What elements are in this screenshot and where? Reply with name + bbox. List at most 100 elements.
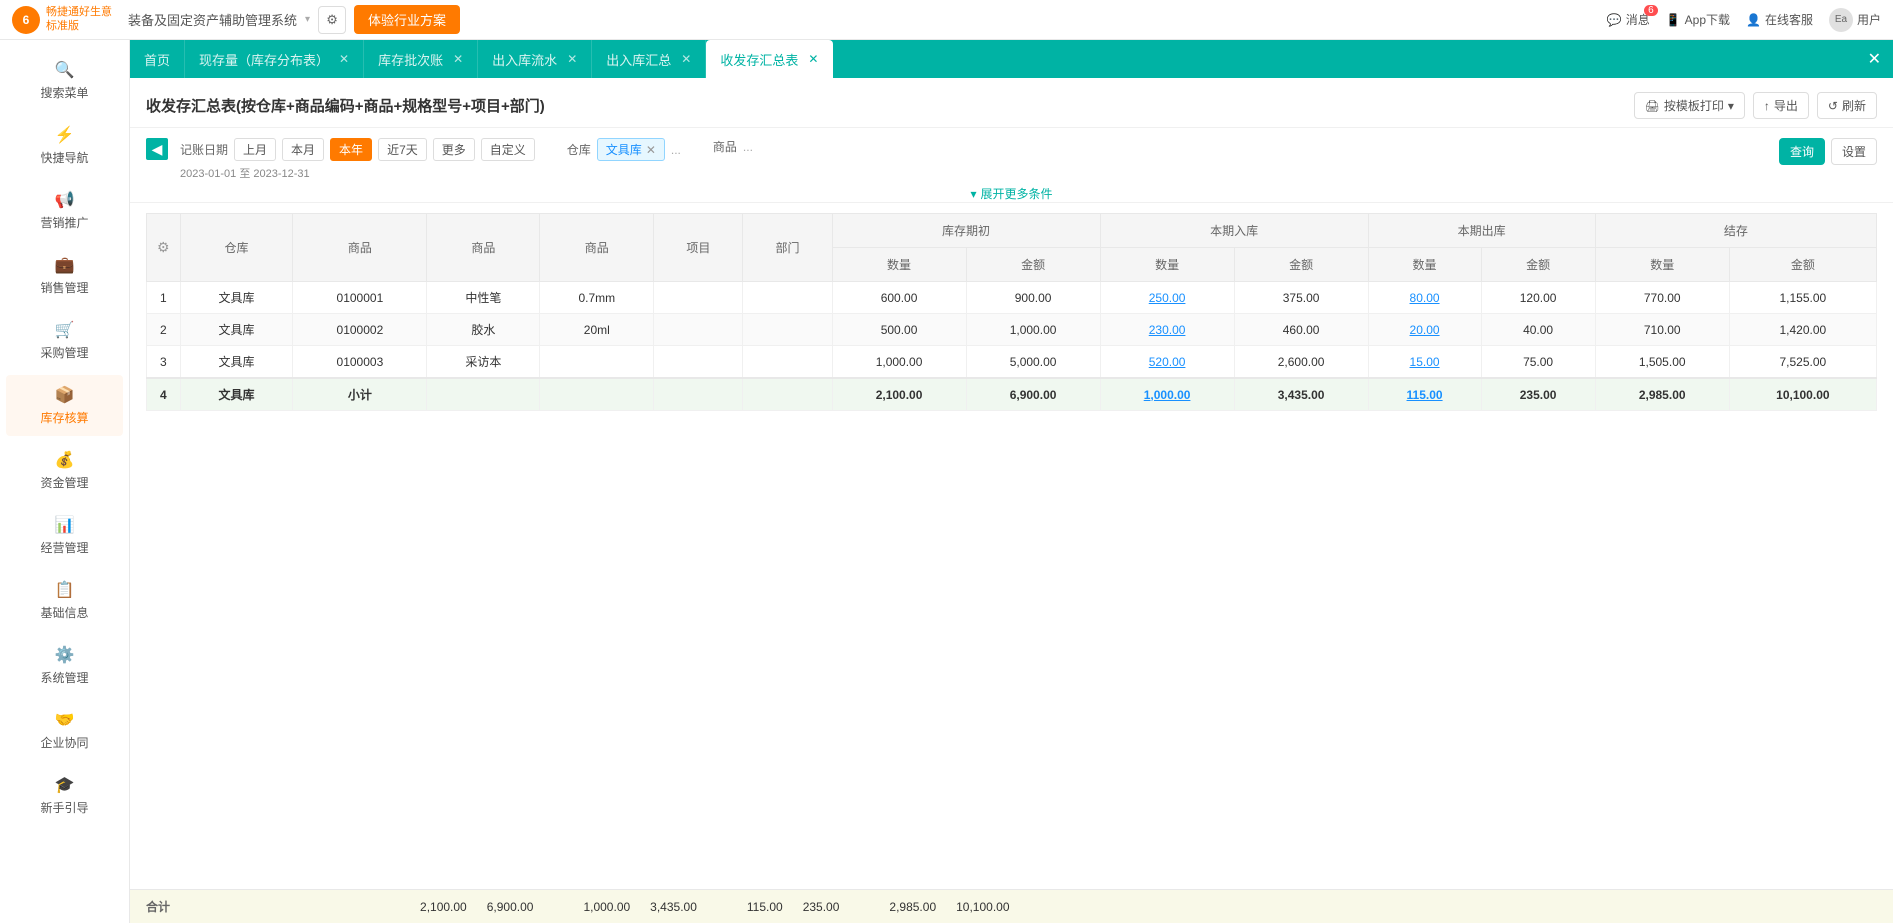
date-btn-this-year[interactable]: 本年 <box>330 138 372 161</box>
tab-receive-summary[interactable]: 收发存汇总表 ✕ <box>706 40 833 78</box>
row2-in-amt: 460.00 <box>1234 314 1368 346</box>
print-dropdown-icon: ▾ <box>1728 99 1734 113</box>
sales-icon: 💼 <box>55 255 75 275</box>
row3-in-qty[interactable]: 520.00 <box>1100 346 1234 379</box>
sidebar-item-inventory[interactable]: 📦 库存核算 <box>6 375 123 436</box>
export-button[interactable]: ↑ 导出 <box>1753 92 1809 119</box>
warehouse-tag-close[interactable]: ✕ <box>646 143 656 157</box>
warehouse-more-btn[interactable]: ... <box>671 143 681 157</box>
sidebar-item-sales[interactable]: 💼 销售管理 <box>6 245 123 306</box>
user-item[interactable]: Ea 用户 <box>1829 8 1881 32</box>
col-balance-qty-header: 数量 <box>1595 248 1729 282</box>
subtotal-no: 4 <box>147 378 181 411</box>
app-download-item[interactable]: 📱 App下载 <box>1666 11 1730 28</box>
tab-bar: 首页 现存量（库存分布表） ✕ 库存批次账 ✕ 出入库流水 ✕ 出入库汇总 ✕ … <box>130 40 1893 78</box>
tab-stock-dist-close[interactable]: ✕ <box>339 52 349 66</box>
row1-out-qty-link[interactable]: 80.00 <box>1410 291 1440 305</box>
tab-inout-summary[interactable]: 出入库汇总 ✕ <box>592 40 706 78</box>
filter-toggle-button[interactable]: ◀ <box>146 138 168 160</box>
settings-button[interactable]: ⚙ <box>318 6 346 34</box>
tab-inout-flow-close[interactable]: ✕ <box>567 52 577 66</box>
row3-in-amt: 2,600.00 <box>1234 346 1368 379</box>
date-btn-7days[interactable]: 近7天 <box>378 138 427 161</box>
tab-stock-dist[interactable]: 现存量（库存分布表） ✕ <box>185 40 364 78</box>
sidebar-item-system[interactable]: ⚙️ 系统管理 <box>6 635 123 696</box>
tab-batch[interactable]: 库存批次账 ✕ <box>364 40 478 78</box>
collab-icon: 🤝 <box>55 710 75 730</box>
sidebar-item-operations[interactable]: 📊 经营管理 <box>6 505 123 566</box>
sidebar-item-search[interactable]: 🔍 搜索菜单 <box>6 50 123 111</box>
subtotal-out-qty-link[interactable]: 115.00 <box>1407 388 1443 402</box>
row1-in-qty[interactable]: 250.00 <box>1100 282 1234 314</box>
tab-batch-close[interactable]: ✕ <box>453 52 463 66</box>
row1-project <box>654 282 743 314</box>
query-button[interactable]: 查询 <box>1779 138 1825 165</box>
print-button[interactable]: 🖨 按模板打印 ▾ <box>1634 92 1745 119</box>
subtotal-in-qty[interactable]: 1,000.00 <box>1100 378 1234 411</box>
main-layout: 🔍 搜索菜单 ⚡ 快捷导航 📢 营销推广 💼 销售管理 🛒 采购管理 📦 库存核… <box>0 40 1893 923</box>
sidebar-label-search: 搜索菜单 <box>40 84 88 101</box>
row2-out-qty-link[interactable]: 20.00 <box>1410 323 1440 337</box>
row3-out-qty-link[interactable]: 15.00 <box>1410 355 1440 369</box>
tab-home-label: 首页 <box>144 50 170 69</box>
service-icon: 👤 <box>1746 13 1761 27</box>
sidebar: 🔍 搜索菜单 ⚡ 快捷导航 📢 营销推广 💼 销售管理 🛒 采购管理 📦 库存核… <box>0 40 130 923</box>
tab-inout-flow[interactable]: 出入库流水 ✕ <box>478 40 592 78</box>
subtotal-in-qty-link[interactable]: 1,000.00 <box>1144 388 1191 402</box>
bottom-total-bar: 合计 2,100.00 6,900.00 1,000.00 3,435.00 1… <box>130 889 1893 923</box>
message-icon: 💬 <box>1607 13 1622 27</box>
sidebar-item-guide[interactable]: 🎓 新手引导 <box>6 765 123 826</box>
col-warehouse-header: 仓库 <box>180 214 293 282</box>
page-content: 收发存汇总表(按仓库+商品编码+商品+规格型号+项目+部门) 🖨 按模板打印 ▾… <box>130 78 1893 889</box>
subtotal-label: 小计 <box>293 378 427 411</box>
row2-opening-qty: 500.00 <box>832 314 966 346</box>
subtotal-out-qty[interactable]: 115.00 <box>1368 378 1481 411</box>
table-settings-icon[interactable]: ⚙ <box>157 239 170 255</box>
sidebar-item-purchase[interactable]: 🛒 采购管理 <box>6 310 123 371</box>
date-btn-more[interactable]: 更多 <box>433 138 475 161</box>
expand-conditions-button[interactable]: ▾ 展开更多条件 <box>970 185 1052 202</box>
tab-bar-close[interactable]: ✕ <box>1856 49 1893 69</box>
row2-out-qty[interactable]: 20.00 <box>1368 314 1481 346</box>
goods-more-btn[interactable]: ... <box>743 140 753 154</box>
sidebar-label-sales: 销售管理 <box>40 279 88 296</box>
date-btn-this-month[interactable]: 本月 <box>282 138 324 161</box>
subtotal-col4 <box>427 378 540 411</box>
tab-receive-summary-close[interactable]: ✕ <box>808 52 818 66</box>
sidebar-item-basic[interactable]: 📋 基础信息 <box>6 570 123 631</box>
tab-receive-summary-label: 收发存汇总表 <box>720 50 798 69</box>
app-download-label: App下载 <box>1685 11 1730 28</box>
date-btn-last-month[interactable]: 上月 <box>234 138 276 161</box>
basic-icon: 📋 <box>55 580 75 600</box>
finance-icon: 💰 <box>55 450 75 470</box>
date-btn-custom[interactable]: 自定义 <box>481 138 535 161</box>
row2-name: 胶水 <box>427 314 540 346</box>
goods-filter-group: 商品 ... <box>713 138 753 155</box>
total-out-amt: 235.00 <box>803 900 840 914</box>
row2-in-qty-link[interactable]: 230.00 <box>1149 323 1186 337</box>
system-dropdown-icon[interactable]: ▾ <box>305 14 310 25</box>
row3-balance-amt: 7,525.00 <box>1729 346 1876 379</box>
message-item[interactable]: 💬 消息 6 <box>1607 11 1650 28</box>
row1-balance-qty: 770.00 <box>1595 282 1729 314</box>
warehouse-tag-text: 文具库 <box>606 141 642 158</box>
sidebar-item-finance[interactable]: 💰 资金管理 <box>6 440 123 501</box>
row2-in-qty[interactable]: 230.00 <box>1100 314 1234 346</box>
tab-home[interactable]: 首页 <box>130 40 185 78</box>
row1-out-qty[interactable]: 80.00 <box>1368 282 1481 314</box>
filter-settings-button[interactable]: 设置 <box>1831 138 1877 165</box>
trial-button[interactable]: 体验行业方案 <box>354 5 460 34</box>
online-service-item[interactable]: 👤 在线客服 <box>1746 11 1813 28</box>
refresh-button[interactable]: ↺ 刷新 <box>1817 92 1877 119</box>
subtotal-warehouse: 文具库 <box>180 378 293 411</box>
sidebar-item-collab[interactable]: 🤝 企业协同 <box>6 700 123 761</box>
row3-out-qty[interactable]: 15.00 <box>1368 346 1481 379</box>
row1-in-qty-link[interactable]: 250.00 <box>1149 291 1186 305</box>
sidebar-label-basic: 基础信息 <box>40 604 88 621</box>
brand-text: 畅捷通好生意 标准版 <box>46 6 112 32</box>
tab-inout-summary-close[interactable]: ✕ <box>681 52 691 66</box>
sidebar-item-quicknav[interactable]: ⚡ 快捷导航 <box>6 115 123 176</box>
data-table: ⚙ 仓库 商品 商品 商品 项目 部门 库存期初 本期入库 本期出库 结存 <box>146 213 1877 411</box>
sidebar-item-marketing[interactable]: 📢 营销推广 <box>6 180 123 241</box>
row3-in-qty-link[interactable]: 520.00 <box>1149 355 1186 369</box>
